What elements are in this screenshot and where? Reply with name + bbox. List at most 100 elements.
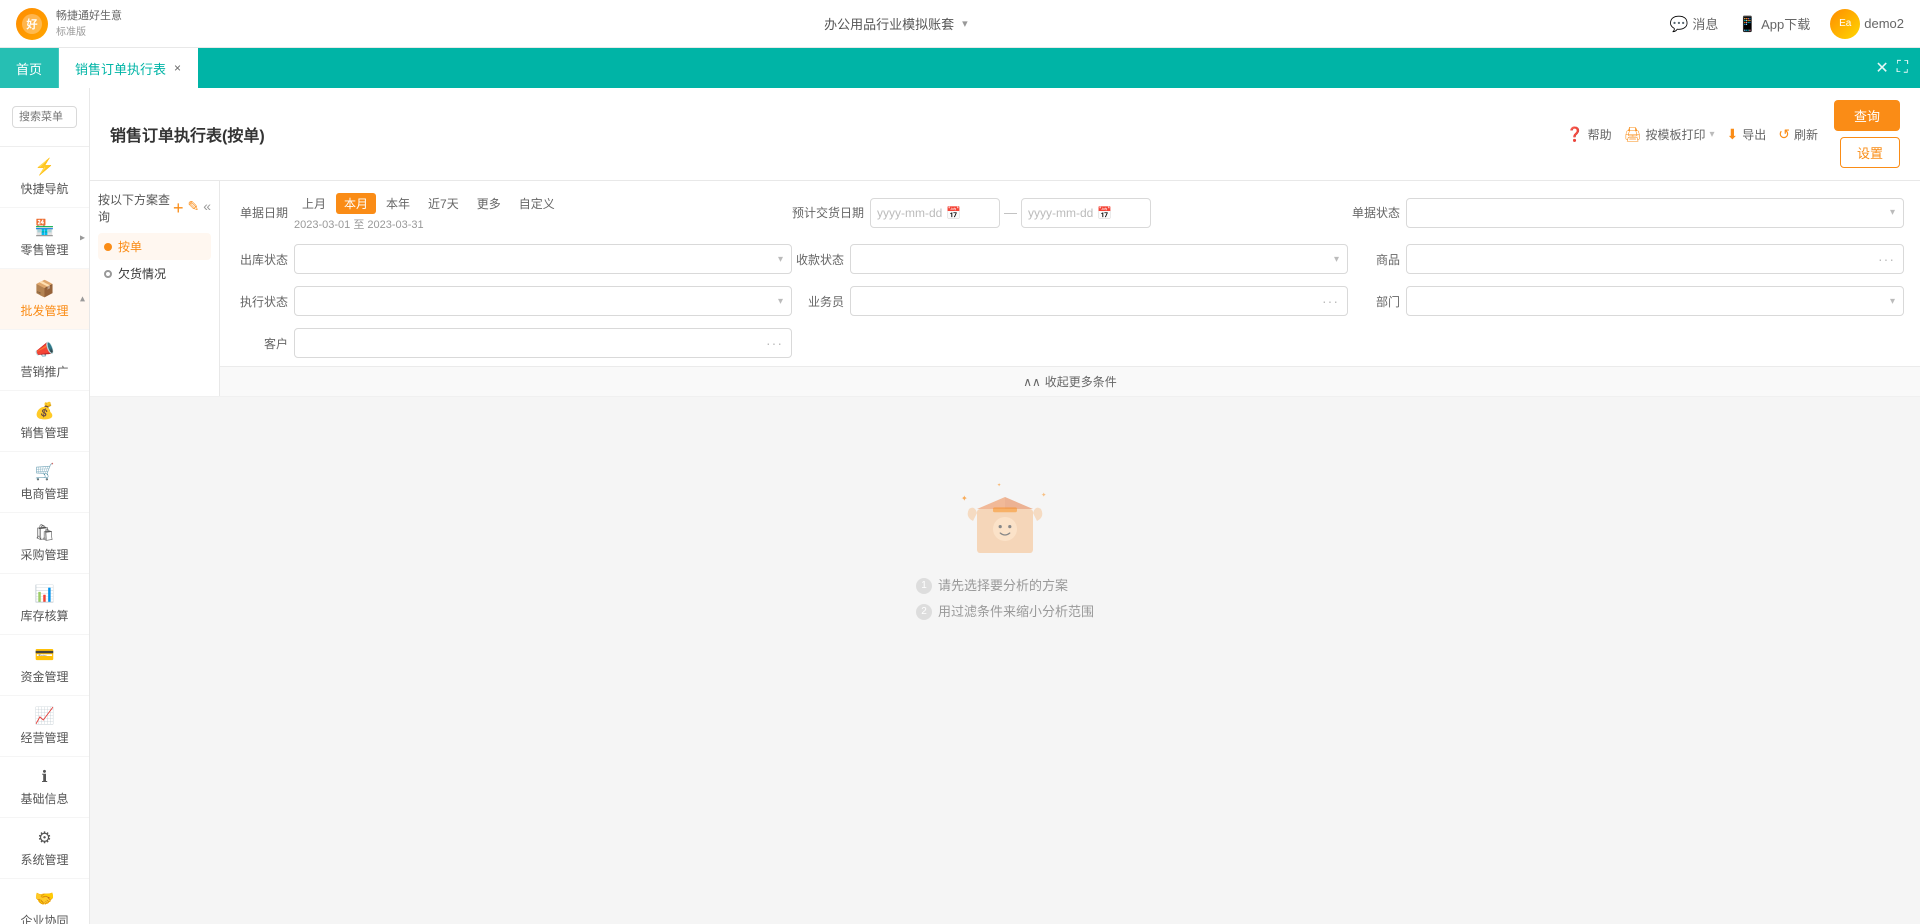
logo-area: 好 畅捷通好生意 标准版 [16,8,122,40]
header-right: 💬 消息 📱 App下载 Ea demo2 [1670,9,1904,39]
main-filter-area: 单据日期 上月 本月 本年 近7天 更多 自定义 2023-03-01 至 20… [220,181,1920,396]
marketing-icon: 📣 [35,340,55,360]
print-label: 按模板打印 [1645,126,1705,143]
collapse-btn[interactable]: ∧∧ 收起更多条件 [220,366,1920,396]
tip-num-1: 1 [916,578,932,594]
date-tab-this-month[interactable]: 本月 [336,193,376,214]
receipt-select[interactable]: ▾ [850,244,1348,274]
finance-icon: 💳 [35,645,55,665]
search-input[interactable] [12,106,77,128]
sidebar-item-sales[interactable]: 💰 销售管理 [0,391,89,452]
exec-select[interactable]: ▾ [294,286,792,316]
sidebar-item-marketing[interactable]: 📣 营销推广 [0,330,89,391]
nav-tab-active[interactable]: 销售订单执行表 × [59,48,198,88]
refresh-icon: ↺ [1778,126,1790,143]
app-download-icon: 📱 [1738,15,1757,33]
print-icon: 🖨 [1624,126,1642,143]
query-button[interactable]: 查询 [1834,100,1900,131]
scheme-edit-btn[interactable]: ✎ [187,198,199,219]
goods-label: 商品 [1348,251,1400,268]
sidebar-item-stock[interactable]: 📊 库存核算 [0,574,89,635]
operations-icon: 📈 [35,706,55,726]
filter-cell-dept: 部门 ▾ [1348,286,1904,316]
sidebar-item-search[interactable] [0,88,89,147]
date-tab-last-month[interactable]: 上月 [294,193,334,214]
scheme-item-欠货情况[interactable]: 欠货情况 [98,260,211,287]
nav-right-actions: ✕ ⛶ [1863,58,1920,78]
system-label: 系统管理 [20,851,68,868]
filter-cell-goods: 商品 ··· [1348,244,1904,274]
nav-close-icon[interactable]: ✕ [1875,58,1888,78]
scheme-collapse-btn[interactable]: « [203,198,211,219]
sidebar-item-system[interactable]: ⚙ 系统管理 [0,818,89,879]
predict-calendar-end-icon: 📅 [1097,206,1112,220]
scheme-add-btn[interactable]: + [173,198,184,219]
ecommerce-icon: 🛒 [35,462,55,482]
nav-expand-icon[interactable]: ⛶ [1897,59,1908,77]
tip-num-2: 2 [916,604,932,620]
sidebar-item-quick-nav[interactable]: ⚡ 快捷导航 [0,147,89,208]
doc-status-dropdown-icon: ▾ [1890,207,1895,218]
purchase-label: 采购管理 [20,546,68,563]
date-tab-custom[interactable]: 自定义 [511,193,563,214]
salesman-label: 业务员 [792,293,844,310]
date-tabs-row: 上月 本月 本年 近7天 更多 自定义 [294,193,792,214]
tab-close-btn[interactable]: × [174,61,181,75]
scheme-label-欠货情况: 欠货情况 [118,265,166,282]
wholesale-arrow-icon: ▴ [80,294,85,305]
sidebar-item-basic[interactable]: ℹ 基础信息 [0,757,89,818]
help-btn[interactable]: ❓ 帮助 [1566,126,1611,143]
exec-dropdown-icon: ▾ [778,296,783,307]
predict-date-start[interactable]: yyyy-mm-dd 📅 [870,198,1000,228]
date-tab-more[interactable]: 更多 [469,193,509,214]
export-btn[interactable]: ⬇ 导出 [1727,126,1767,143]
outbound-select[interactable]: ▾ [294,244,792,274]
refresh-btn[interactable]: ↺ 刷新 [1778,126,1818,143]
nav-tab-home[interactable]: 首页 [0,48,59,88]
home-label: 首页 [16,59,42,78]
doc-status-select[interactable]: ▾ [1406,198,1904,228]
app-download-btn[interactable]: 📱 App下载 [1738,14,1810,33]
sidebar-item-corp[interactable]: 🤝 企业协同 [0,879,89,924]
dept-label: 部门 [1348,293,1400,310]
date-separator: — [1004,205,1017,220]
filter-cell-salesman: 业务员 ··· [792,286,1348,316]
sidebar-item-purchase[interactable]: 🛍 采购管理 [0,513,89,574]
settings-button[interactable]: 设置 [1840,137,1900,168]
corp-icon: 🤝 [35,889,55,909]
scheme-actions: + ✎ « [173,198,211,219]
message-btn[interactable]: 💬 消息 [1670,14,1719,33]
customer-input[interactable]: ··· [294,328,792,358]
exec-label: 执行状态 [236,293,288,310]
app-title-btn[interactable]: 办公用品行业模拟账套 ▾ [824,14,968,33]
svg-text:好: 好 [26,17,38,31]
sidebar-item-finance[interactable]: 💳 资金管理 [0,635,89,696]
app-download-label: App下载 [1761,14,1810,33]
scheme-item-按单[interactable]: 按单 [98,233,211,260]
empty-tips: 1 请先选择要分析的方案 2 用过滤条件来缩小分析范围 [916,573,1094,625]
date-range-display: 2023-03-01 至 2023-03-31 [294,216,792,232]
scheme-dot-active [104,243,112,251]
sidebar-item-retail[interactable]: 🏪 零售管理 ▸ [0,208,89,269]
logo-text: 畅捷通好生意 [56,9,122,23]
dept-select[interactable]: ▾ [1406,286,1904,316]
svg-text:✦: ✦ [1041,492,1046,499]
user-avatar-btn[interactable]: Ea demo2 [1830,9,1904,39]
goods-dots-icon: ··· [1878,251,1895,267]
goods-input[interactable]: ··· [1406,244,1904,274]
sidebar-item-wholesale[interactable]: 📦 批发管理 ▴ [0,269,89,330]
salesman-input[interactable]: ··· [850,286,1348,316]
date-tab-this-year[interactable]: 本年 [378,193,418,214]
predict-date-end[interactable]: yyyy-mm-dd 📅 [1021,198,1151,228]
dept-dropdown-icon: ▾ [1890,296,1895,307]
print-btn[interactable]: 🖨 按模板打印 ▾ [1624,126,1715,143]
page-actions: ❓ 帮助 🖨 按模板打印 ▾ ⬇ 导出 ↺ 刷新 查询 [1566,100,1900,180]
sidebar-item-operations[interactable]: 📈 经营管理 [0,696,89,757]
filter-cell-doc-status: 单据状态 ▾ [1348,193,1904,232]
filter-row-1: 单据日期 上月 本月 本年 近7天 更多 自定义 2023-03-01 至 20… [220,181,1920,240]
tip-text-2: 用过滤条件来缩小分析范围 [938,599,1094,625]
empty-illustration: ✦ ✦ ✦ [955,477,1055,557]
date-tab-7days[interactable]: 近7天 [420,193,467,214]
sidebar-item-ecommerce[interactable]: 🛒 电商管理 [0,452,89,513]
stock-icon: 📊 [35,584,55,604]
